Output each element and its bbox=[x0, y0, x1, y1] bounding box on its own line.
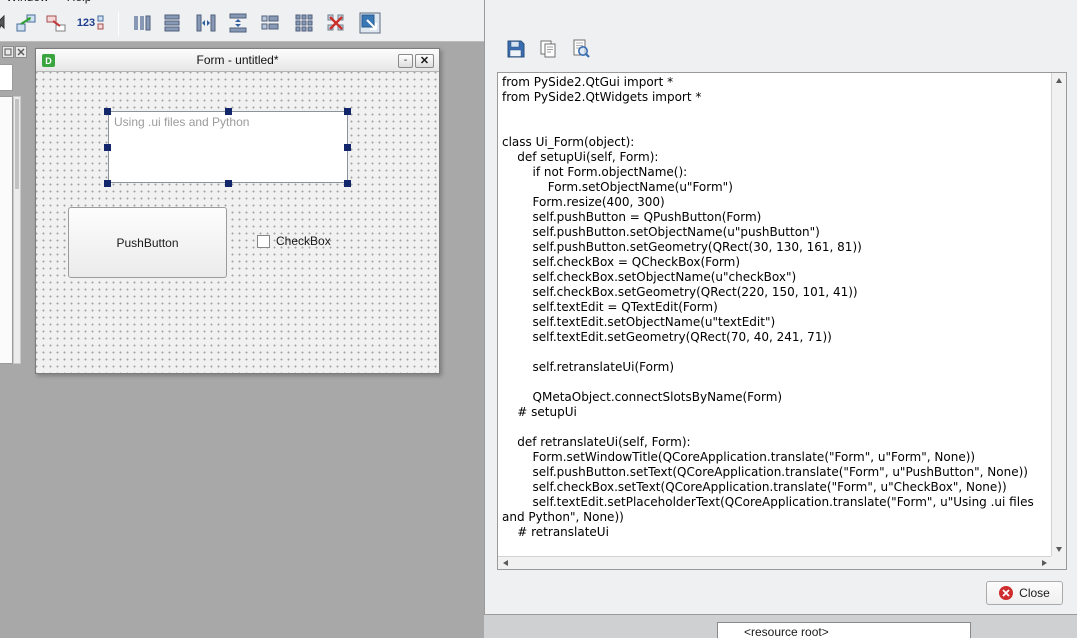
right-arrow-glyph bbox=[1042, 560, 1047, 566]
form-grid-icon bbox=[261, 14, 279, 32]
widgetbox-list[interactable] bbox=[0, 96, 13, 364]
hbars-icon bbox=[133, 14, 151, 32]
vbars-icon bbox=[163, 14, 181, 32]
pushbutton-label: PushButton bbox=[116, 236, 178, 250]
down-arrow-glyph bbox=[1056, 547, 1062, 552]
scroll-left-icon[interactable] bbox=[498, 557, 512, 569]
checkbox-widget[interactable]: CheckBox bbox=[257, 234, 331, 248]
buddy-icon bbox=[45, 12, 67, 34]
resource-root-item[interactable]: <resource root> bbox=[717, 622, 971, 638]
signal-slot-icon bbox=[15, 12, 37, 34]
vertical-scrollbar[interactable] bbox=[1051, 73, 1066, 556]
break-layout-icon[interactable] bbox=[322, 9, 350, 37]
grid-icon bbox=[295, 14, 313, 32]
pushbutton-widget[interactable]: PushButton bbox=[68, 207, 227, 278]
layout-horizontal-icon[interactable] bbox=[128, 9, 156, 37]
splitter-vertical-icon[interactable] bbox=[224, 9, 252, 37]
qt-designer-app: Window Help bbox=[0, 0, 1077, 638]
code-view[interactable]: from PySide2.QtGui import * from PySide2… bbox=[497, 72, 1067, 570]
mdi-area: Form - untitled* D - ✕ Using .ui files a… bbox=[0, 42, 484, 638]
selection-handle[interactable] bbox=[344, 108, 351, 115]
hsplit-icon bbox=[196, 13, 216, 33]
resource-browser-panel: <resource root> bbox=[484, 615, 1077, 638]
close-glyph bbox=[17, 48, 25, 56]
textedit-placeholder: Using .ui files and Python bbox=[114, 115, 249, 129]
x-glyph bbox=[1002, 589, 1010, 597]
tab-order-label: 123 bbox=[77, 17, 95, 29]
dock-float-icon[interactable] bbox=[2, 46, 14, 58]
dialog-close-button[interactable]: Close bbox=[986, 581, 1063, 605]
floppy-glyph bbox=[506, 39, 526, 59]
left-arrow-glyph bbox=[503, 560, 508, 566]
layout-grid-icon[interactable] bbox=[290, 9, 318, 37]
checkbox-label: CheckBox bbox=[276, 234, 331, 248]
pointer-icon bbox=[0, 13, 10, 33]
close-button[interactable]: ✕ bbox=[415, 54, 434, 68]
textedit-widget[interactable]: Using .ui files and Python bbox=[108, 111, 348, 183]
scrollbar-corner bbox=[1051, 556, 1066, 569]
scroll-up-icon[interactable] bbox=[1052, 73, 1066, 87]
layout-form-icon[interactable] bbox=[256, 9, 284, 37]
code-preview-dialog: from PySide2.QtGui import * from PySide2… bbox=[484, 0, 1077, 615]
vsplit-icon bbox=[228, 13, 248, 33]
selection-handle[interactable] bbox=[104, 144, 111, 151]
float-glyph bbox=[4, 48, 12, 56]
minimize-button[interactable]: - bbox=[398, 54, 413, 68]
adjust-size-glyph bbox=[359, 12, 381, 34]
checkbox-indicator[interactable] bbox=[257, 235, 270, 248]
form-titlebar[interactable]: Form - untitled* D - ✕ bbox=[36, 49, 439, 72]
selection-handle[interactable] bbox=[344, 180, 351, 187]
selection-handle[interactable] bbox=[225, 180, 232, 187]
close-button-label: Close bbox=[1019, 586, 1050, 600]
selection-handle[interactable] bbox=[104, 180, 111, 187]
tab-order-marks-icon bbox=[97, 14, 105, 32]
form-title: Form - untitled* bbox=[36, 53, 439, 67]
scrollbar-handle[interactable] bbox=[15, 99, 19, 189]
menu-help[interactable]: Help bbox=[67, 0, 92, 8]
break-grid-icon bbox=[326, 13, 346, 33]
generated-code[interactable]: from PySide2.QtGui import * from PySide2… bbox=[502, 75, 1049, 554]
form-window-icon: D bbox=[42, 54, 55, 67]
splitter-horizontal-icon[interactable] bbox=[192, 9, 220, 37]
selection-handle[interactable] bbox=[344, 144, 351, 151]
up-arrow-glyph bbox=[1056, 78, 1062, 83]
close-circle-icon bbox=[999, 586, 1013, 600]
form-canvas[interactable]: Using .ui files and Python PushButton Ch… bbox=[36, 72, 439, 373]
widgetbox-filter-input[interactable] bbox=[0, 64, 13, 91]
layout-vertical-icon[interactable] bbox=[158, 9, 186, 37]
horizontal-scrollbar[interactable] bbox=[498, 556, 1051, 569]
magnifier-glyph bbox=[571, 39, 591, 59]
find-icon[interactable] bbox=[568, 36, 594, 62]
menu-window[interactable]: Window bbox=[6, 0, 49, 8]
selection-handle[interactable] bbox=[104, 108, 111, 115]
toolbar-separator bbox=[118, 12, 119, 36]
edit-signals-slots-icon[interactable] bbox=[12, 9, 40, 37]
scroll-right-icon[interactable] bbox=[1037, 557, 1051, 569]
widgetbox-scrollbar[interactable] bbox=[13, 96, 21, 364]
copy-icon[interactable] bbox=[535, 36, 561, 62]
menubar: Window Help bbox=[0, 0, 91, 8]
edit-buddies-icon[interactable] bbox=[42, 9, 70, 37]
form-designer-window: Form - untitled* D - ✕ Using .ui files a… bbox=[35, 48, 440, 374]
top-bar: Window Help bbox=[0, 0, 484, 42]
dock-close-icon[interactable] bbox=[15, 46, 27, 58]
save-icon[interactable] bbox=[503, 36, 529, 62]
scroll-down-icon[interactable] bbox=[1052, 542, 1066, 556]
selection-handle[interactable] bbox=[225, 108, 232, 115]
copy-glyph bbox=[538, 39, 558, 59]
adjust-size-icon[interactable] bbox=[356, 9, 384, 37]
edit-tab-order-icon[interactable]: 123 bbox=[74, 9, 108, 37]
